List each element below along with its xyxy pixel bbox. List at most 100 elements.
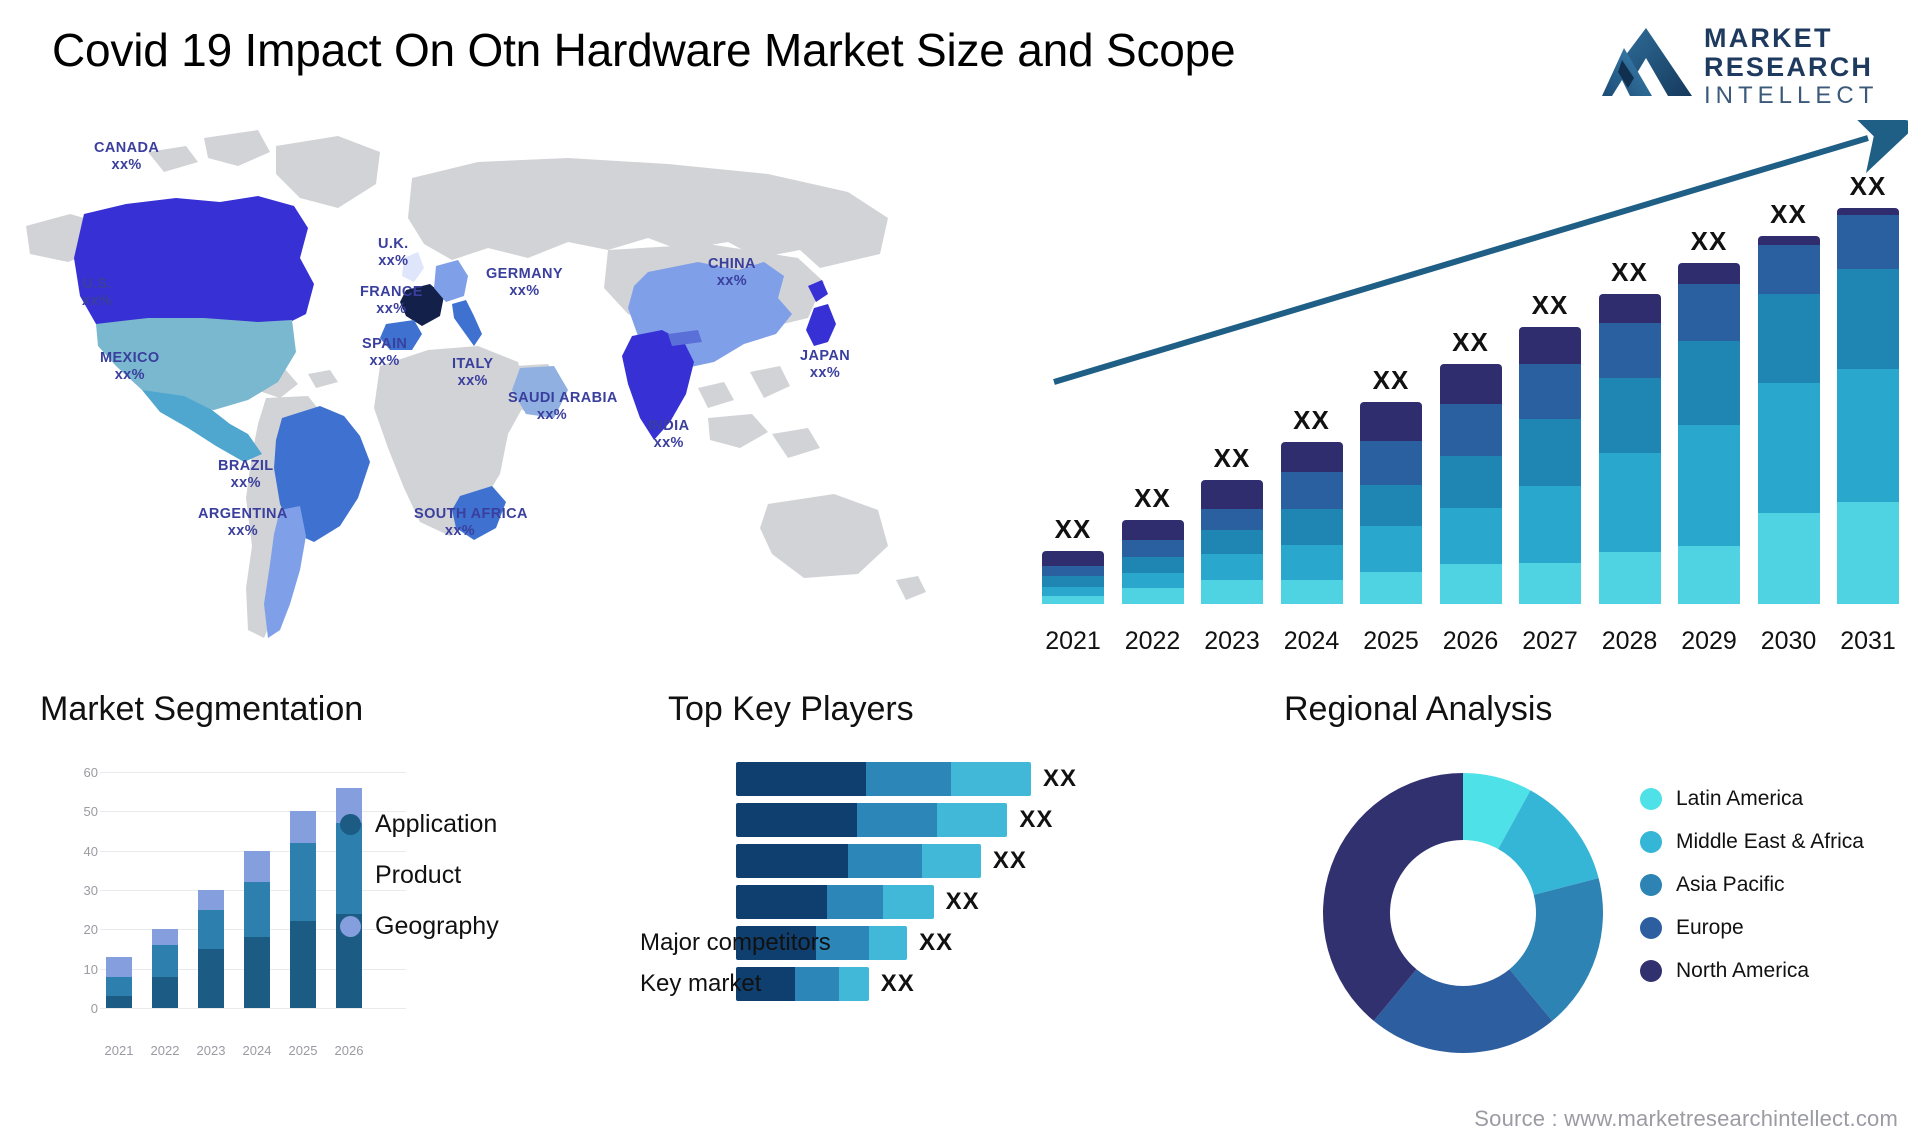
- growth-segment-segment-2: [1757, 245, 1820, 295]
- segmentation-segment-application: [244, 937, 270, 1008]
- growth-bar-2026[interactable]: [1439, 364, 1502, 604]
- regional-analysis-donut: [1323, 773, 1603, 1053]
- growth-bar-2024[interactable]: [1280, 442, 1343, 604]
- player-bar-2[interactable]: [736, 803, 1008, 837]
- country-japan: [806, 280, 836, 346]
- market-growth-chart: XX 2021 XX 2022 XX 2023 XX 2024 XX 2025 XX 2026 2027…: [1030, 120, 1908, 660]
- growth-bar-2021[interactable]: [1042, 551, 1104, 604]
- growth-bar-2030[interactable]: [1757, 235, 1820, 604]
- regional-analysis-title: Regional Analysis: [1284, 690, 1553, 728]
- growth-bar-2028[interactable]: [1598, 294, 1661, 604]
- growth-year-2028: 2028: [1601, 627, 1658, 655]
- growth-segment-segment-5: [1598, 552, 1661, 604]
- map-label-france: FRANCE xx%: [360, 284, 423, 317]
- segmentation-xtick-2026: 2026: [334, 1043, 364, 1058]
- region-legend-item[interactable]: Latin America: [1640, 786, 1864, 812]
- growth-value-2026: XX: [1452, 327, 1489, 357]
- segmentation-xtick-2022: 2022: [150, 1043, 180, 1058]
- region-legend-label: Middle East & Africa: [1676, 830, 1864, 853]
- growth-value-2027: XX: [1531, 289, 1569, 320]
- growth-segment-segment-5: [1121, 588, 1184, 604]
- growth-segment-segment-3: [1439, 456, 1502, 508]
- logo-line-research: RESEARCH: [1704, 52, 1874, 82]
- growth-bar-2023[interactable]: [1201, 480, 1263, 604]
- growth-bar-2029[interactable]: [1678, 263, 1740, 604]
- source-attribution: Source : www.marketresearchintellect.com: [1474, 1106, 1898, 1131]
- player-bar-3[interactable]: [736, 844, 981, 878]
- map-label-china: CHINA xx%: [708, 256, 756, 289]
- map-label-brazil: BRAZIL xx%: [218, 458, 274, 491]
- growth-segment-segment-2: [1837, 215, 1899, 270]
- segmentation-segment-application: [152, 976, 178, 1008]
- growth-bar-2022[interactable]: [1121, 520, 1184, 604]
- segmentation-segment-product: [290, 842, 316, 922]
- segmentation-bar-2021[interactable]: [106, 956, 132, 1008]
- market-research-intellect-logo: MARKET RESEARCH INTELLECT: [1600, 16, 1900, 110]
- segmentation-gridline: [100, 772, 406, 773]
- segmentation-bar-2024[interactable]: [244, 850, 270, 1008]
- growth-segment-segment-5: [1439, 564, 1502, 604]
- player-segment-part-2: [865, 762, 952, 796]
- player-segment-part-3: [868, 926, 908, 960]
- growth-bar-2031[interactable]: [1837, 208, 1899, 604]
- segmentation-bar-2022[interactable]: [152, 929, 178, 1008]
- growth-segment-segment-5: [1042, 595, 1104, 604]
- region-legend-item[interactable]: North America: [1640, 958, 1864, 984]
- growth-segment-segment-4: [1360, 526, 1422, 572]
- segmentation-ytick-60: 60: [83, 765, 98, 780]
- player-value-6: XX: [880, 970, 915, 997]
- growth-year-2030: 2030: [1760, 627, 1817, 655]
- mountain-m-icon: [1602, 28, 1692, 96]
- segmentation-segment-geography: [290, 811, 316, 843]
- growth-bar-2027[interactable]: [1519, 326, 1581, 604]
- growth-segment-segment-4: [1439, 508, 1502, 565]
- growth-segment-segment-4: [1598, 452, 1661, 553]
- legend-dot-icon: [1640, 788, 1662, 810]
- player-segment-part-1: [736, 844, 849, 878]
- growth-value-2023: XX: [1213, 443, 1251, 474]
- growth-segment-segment-4: [1280, 545, 1343, 580]
- region-legend-label: North America: [1676, 959, 1810, 982]
- growth-segment-segment-4: [1042, 587, 1104, 596]
- map-label-argentina: ARGENTINA xx%: [198, 506, 288, 539]
- growth-segment-segment-3: [1360, 485, 1422, 526]
- region-legend-item[interactable]: Europe: [1640, 915, 1864, 941]
- segmentation-ytick-30: 30: [83, 883, 98, 898]
- logo-line-market: MARKET: [1704, 23, 1833, 53]
- growth-bar-group: XX 2021 XX 2022 XX 2023 XX 2024 XX 2025 XX 2026 2027…: [1030, 171, 1908, 655]
- segmentation-legend-item[interactable]: Application: [340, 810, 499, 839]
- top-key-players-title: Top Key Players: [668, 690, 914, 728]
- world-map: CANADA xx% U.S. xx% MEXICO xx% BRAZIL xx% AR…: [8, 118, 1018, 678]
- growth-year-2031: 2031: [1840, 627, 1896, 655]
- segmentation-segment-geography: [244, 850, 270, 883]
- growth-segment-segment-2: [1598, 323, 1661, 379]
- segmentation-segment-application: [198, 949, 224, 1008]
- growth-segment-segment-5: [1837, 502, 1899, 604]
- growth-year-2025: 2025: [1363, 627, 1419, 655]
- segmentation-bar-2025[interactable]: [290, 811, 316, 1008]
- market-segmentation-panel: Market Segmentation 60 50 40 30 20 10 0 2021 202…: [40, 690, 640, 1130]
- segmentation-bar-2023[interactable]: [198, 890, 224, 1008]
- growth-segment-segment-2: [1042, 565, 1104, 577]
- country-canada: [74, 196, 314, 332]
- segmentation-segment-product: [152, 945, 178, 977]
- legend-dot-icon: [1640, 831, 1662, 853]
- growth-value-2022: XX: [1134, 483, 1171, 513]
- segmentation-xtick-2023: 2023: [196, 1043, 226, 1058]
- growth-segment-segment-3: [1042, 576, 1104, 588]
- legend-dot-icon: [1640, 917, 1662, 939]
- region-legend-item[interactable]: Middle East & Africa: [1640, 829, 1864, 855]
- player-bar-4[interactable]: [736, 885, 934, 919]
- growth-value-2031: XX: [1849, 171, 1887, 201]
- segmentation-legend-item[interactable]: Product: [340, 861, 499, 890]
- map-label-italy: ITALY xx%: [452, 356, 494, 389]
- segmentation-ytick-20: 20: [83, 922, 98, 938]
- segmentation-ytick-40: 40: [83, 843, 98, 859]
- market-segmentation-title: Market Segmentation: [40, 690, 364, 728]
- growth-bar-2025[interactable]: [1360, 402, 1422, 604]
- region-legend-item[interactable]: Asia Pacific: [1640, 872, 1864, 898]
- player-segment-part-3: [921, 844, 981, 878]
- map-label-saudi-arabia: SAUDI ARABIA xx%: [508, 390, 618, 423]
- segmentation-legend-item[interactable]: Geography: [340, 912, 499, 941]
- player-bar-1[interactable]: [736, 762, 1031, 796]
